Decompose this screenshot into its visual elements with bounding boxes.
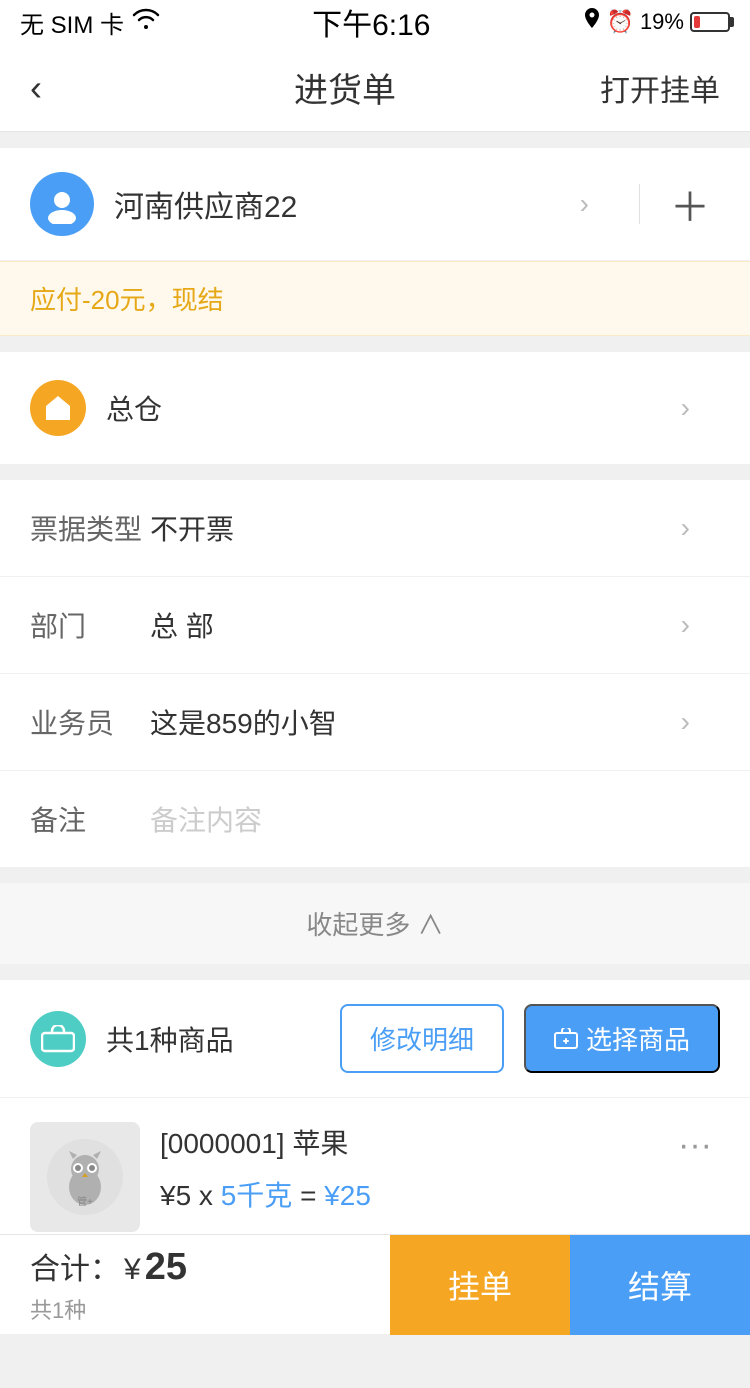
svg-text:管+: 管+ <box>77 1195 93 1208</box>
invoice-type-label: 票据类型 <box>30 508 150 548</box>
warehouse-section: 总仓 › <box>0 352 750 464</box>
product-thumbnail: 管+ <box>30 1122 140 1232</box>
quantity: 5千克 <box>221 1180 293 1211</box>
product-item: 管+ [0000001] 苹果 ¥5 x 5千克 = ¥25 ··· <box>0 1098 750 1256</box>
department-chevron-icon: › <box>681 609 690 641</box>
main-content: 河南供应商22 › ＋ 应付-20元，现结 总仓 › 票据类型 不开票 › <box>0 132 750 1388</box>
add-supplier-button[interactable]: ＋ <box>660 175 720 233</box>
product-more-button[interactable]: ··· <box>670 1122 720 1169</box>
total-symbol: ¥ <box>124 1253 141 1287</box>
vertical-divider <box>639 184 640 224</box>
salesperson-value: 这是859的小智 <box>150 702 681 742</box>
product-count-icon <box>30 1011 86 1067</box>
bottom-bar: 合计： ¥ 25 共1种 挂单 结算 <box>0 1234 750 1334</box>
product-title: 苹果 <box>292 1128 348 1159</box>
total-amount: 25 <box>145 1246 187 1289</box>
invoice-type-value: 不开票 <box>150 508 681 548</box>
product-count: 共1种商品 <box>106 1019 320 1059</box>
settle-button[interactable]: 结算 <box>570 1235 750 1335</box>
status-left: 无 SIM 卡 <box>20 5 160 40</box>
status-right: ⏰ 19% <box>583 8 730 36</box>
remark-label: 备注 <box>30 799 150 839</box>
total-label: 合计： <box>30 1244 120 1288</box>
location-icon <box>583 8 601 36</box>
total-count: 共1种 <box>30 1293 360 1325</box>
salesperson-label: 业务员 <box>30 702 150 742</box>
select-product-label: 选择商品 <box>586 1020 690 1057</box>
status-bar: 无 SIM 卡 下午6:16 ⏰ 19% <box>0 0 750 44</box>
unit-price: ¥5 <box>160 1180 191 1211</box>
remark-row[interactable]: 备注 备注内容 <box>0 771 750 867</box>
invoice-type-row[interactable]: 票据类型 不开票 › <box>0 480 750 577</box>
select-product-button[interactable]: 选择商品 <box>524 1004 720 1073</box>
supplier-alert: 应付-20元，现结 <box>0 261 750 336</box>
remark-placeholder: 备注内容 <box>150 799 720 839</box>
open-hang-button[interactable]: 打开挂单 <box>600 66 720 110</box>
alarm-icon: ⏰ <box>607 9 634 35</box>
product-info: [0000001] 苹果 ¥5 x 5千克 = ¥25 <box>160 1122 650 1214</box>
time-display: 下午6:16 <box>312 0 430 44</box>
department-value: 总 部 <box>150 605 681 645</box>
nav-bar: ‹ 进货单 打开挂单 <box>0 44 750 132</box>
form-section: 票据类型 不开票 › 部门 总 部 › 业务员 这是859的小智 › 备注 备注… <box>0 480 750 867</box>
warehouse-icon <box>30 380 86 436</box>
warehouse-chevron-icon: › <box>681 392 690 424</box>
warehouse-row[interactable]: 总仓 › <box>0 352 750 464</box>
department-label: 部门 <box>30 605 150 645</box>
total-area: 合计： ¥ 25 共1种 <box>0 1244 390 1325</box>
line-total: ¥25 <box>324 1180 371 1211</box>
supplier-avatar <box>30 172 94 236</box>
back-button[interactable]: ‹ <box>30 67 90 109</box>
supplier-section: 河南供应商22 › ＋ 应付-20元，现结 <box>0 148 750 336</box>
battery-icon <box>690 12 730 32</box>
salesperson-row[interactable]: 业务员 这是859的小智 › <box>0 674 750 771</box>
wifi-icon <box>132 8 160 37</box>
product-section: 共1种商品 修改明细 选择商品 <box>0 980 750 1256</box>
supplier-row[interactable]: 河南供应商22 › ＋ <box>0 148 750 261</box>
product-header: 共1种商品 修改明细 选择商品 <box>0 980 750 1098</box>
supplier-name: 河南供应商22 <box>114 182 580 226</box>
product-price: ¥5 x 5千克 = ¥25 <box>160 1174 650 1214</box>
battery-percent: 19% <box>640 9 684 35</box>
warehouse-name: 总仓 <box>106 388 681 428</box>
supplier-chevron-icon: › <box>580 188 589 220</box>
collapse-button[interactable]: 收起更多 ∧ <box>0 883 750 964</box>
collapse-section: 收起更多 ∧ <box>0 883 750 964</box>
total-main: 合计： ¥ 25 <box>30 1244 360 1289</box>
department-row[interactable]: 部门 总 部 › <box>0 577 750 674</box>
product-name: [0000001] 苹果 <box>160 1122 650 1162</box>
hang-button[interactable]: 挂单 <box>390 1235 570 1335</box>
page-title: 进货单 <box>294 63 396 112</box>
invoice-chevron-icon: › <box>681 512 690 544</box>
salesperson-chevron-icon: › <box>681 706 690 738</box>
product-code: [0000001] <box>160 1128 285 1159</box>
carrier-label: 无 SIM 卡 <box>20 5 124 40</box>
edit-detail-button[interactable]: 修改明细 <box>340 1004 504 1073</box>
